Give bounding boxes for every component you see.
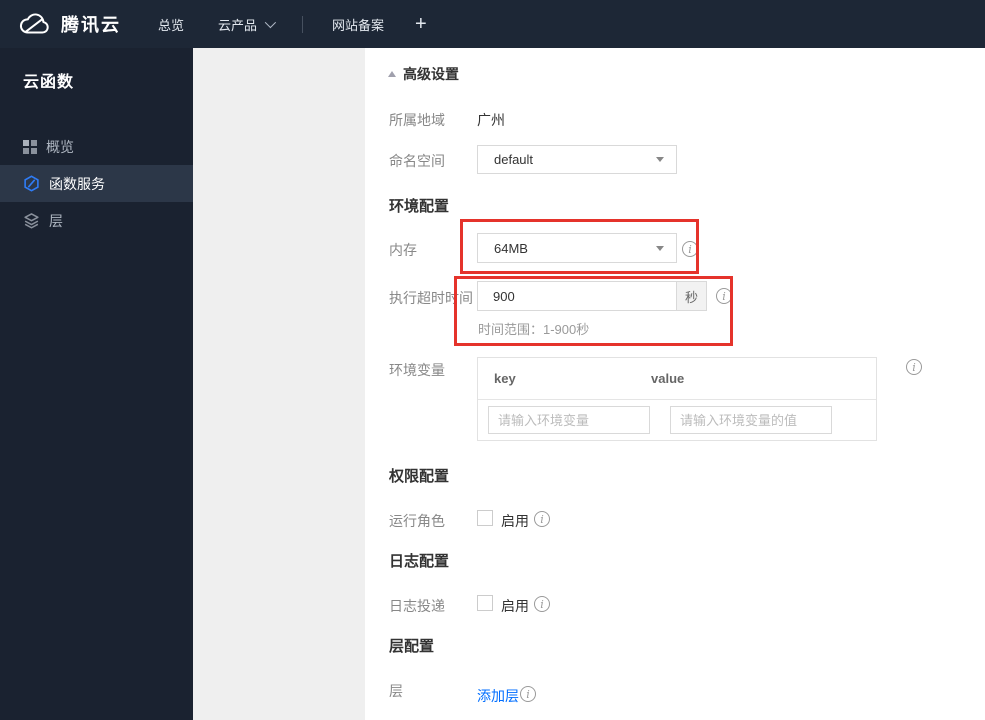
timeout-info-icon[interactable]: i — [716, 288, 732, 304]
add-tab-button[interactable]: + — [401, 0, 441, 48]
collapse-triangle-icon — [388, 71, 396, 77]
chevron-down-icon — [264, 16, 277, 29]
section-log-config: 日志配置 — [389, 553, 450, 570]
section-perm-config: 权限配置 — [389, 468, 450, 485]
main-content: 高级设置 所属地域 广州 命名空间 default 环境配置 内存 64MB i… — [365, 48, 985, 720]
add-layer-link[interactable]: 添加层 — [477, 686, 519, 706]
nav-item-label: 网站备案 — [332, 17, 385, 33]
nav-item-label: 总览 — [158, 17, 185, 33]
nav-divider — [302, 15, 304, 33]
sidebar-item-layers[interactable]: 层 — [0, 202, 193, 239]
memory-label: 内存 — [389, 242, 417, 258]
add-layer-info-icon[interactable]: i — [520, 686, 536, 702]
dropdown-caret-icon — [656, 157, 664, 162]
dropdown-caret-icon — [656, 245, 664, 251]
brand[interactable]: 腾讯云 — [18, 11, 121, 37]
env-value-input[interactable] — [670, 406, 832, 434]
namespace-select[interactable]: default — [477, 145, 677, 174]
env-vars-table: key value — [477, 357, 877, 441]
advanced-settings-toggle[interactable]: 高级设置 — [388, 64, 459, 84]
run-role-enable-label: 启用 — [501, 513, 529, 529]
tencent-cloud-logo-icon — [18, 12, 52, 37]
memory-select[interactable]: 64MB — [477, 233, 677, 263]
env-vars-label: 环境变量 — [389, 362, 445, 378]
sidebar: 云函数 概览 函数服务 层 — [0, 48, 193, 720]
sidebar-item-overview[interactable]: 概览 — [0, 128, 193, 165]
log-delivery-info-icon[interactable]: i — [534, 596, 550, 612]
layer-label: 层 — [389, 683, 403, 699]
sidebar-item-label: 函数服务 — [49, 175, 105, 192]
sidebar-item-label: 概览 — [46, 138, 74, 155]
log-delivery-enable-checkbox[interactable] — [477, 595, 493, 611]
env-vars-header-row: key value — [478, 358, 876, 400]
layers-icon — [23, 212, 40, 229]
sidebar-menu: 概览 函数服务 层 — [0, 128, 193, 239]
nav-item-cloud-products[interactable]: 云产品 — [201, 0, 290, 48]
sidebar-item-function-service[interactable]: 函数服务 — [0, 165, 193, 202]
memory-info-icon[interactable]: i — [682, 241, 698, 257]
namespace-label: 命名空间 — [389, 153, 445, 169]
run-role-enable-checkbox[interactable] — [477, 510, 493, 526]
env-key-input[interactable] — [488, 406, 650, 434]
namespace-selected-value: default — [494, 152, 534, 167]
timeout-input-group: 秒 — [477, 281, 707, 311]
sidebar-title: 云函数 — [23, 74, 75, 91]
nav-items: 总览 云产品 网站备案 + — [141, 0, 441, 48]
timeout-input[interactable] — [477, 281, 677, 311]
section-env-config: 环境配置 — [389, 198, 450, 215]
nav-item-icp-filing[interactable]: 网站备案 — [315, 0, 401, 48]
run-role-info-icon[interactable]: i — [534, 511, 550, 527]
advanced-settings-label: 高级设置 — [403, 66, 459, 82]
memory-selected-value: 64MB — [494, 240, 528, 256]
nav-item-label: 云产品 — [218, 17, 258, 33]
section-layer-config: 层配置 — [389, 638, 435, 655]
env-vars-info-icon[interactable]: i — [906, 359, 922, 375]
run-role-label: 运行角色 — [389, 513, 445, 529]
grid-icon — [23, 139, 37, 154]
timeout-label: 执行超时时间 — [389, 290, 473, 306]
log-delivery-label: 日志投递 — [389, 598, 445, 614]
region-value: 广州 — [477, 112, 505, 128]
env-value-header: value — [651, 371, 685, 386]
brand-name: 腾讯云 — [61, 15, 121, 35]
env-vars-input-row — [478, 400, 876, 440]
function-service-icon — [23, 175, 40, 192]
timeout-unit-suffix[interactable]: 秒 — [677, 281, 707, 311]
secondary-panel — [193, 48, 365, 720]
env-key-header: key — [494, 371, 516, 386]
log-delivery-enable-label: 启用 — [501, 598, 529, 614]
nav-item-overview[interactable]: 总览 — [141, 0, 201, 48]
top-navbar: 腾讯云 总览 云产品 网站备案 + — [0, 0, 985, 48]
sidebar-item-label: 层 — [49, 212, 63, 229]
region-label: 所属地域 — [389, 112, 445, 128]
timeout-hint: 时间范围：1-900秒 — [478, 322, 590, 337]
